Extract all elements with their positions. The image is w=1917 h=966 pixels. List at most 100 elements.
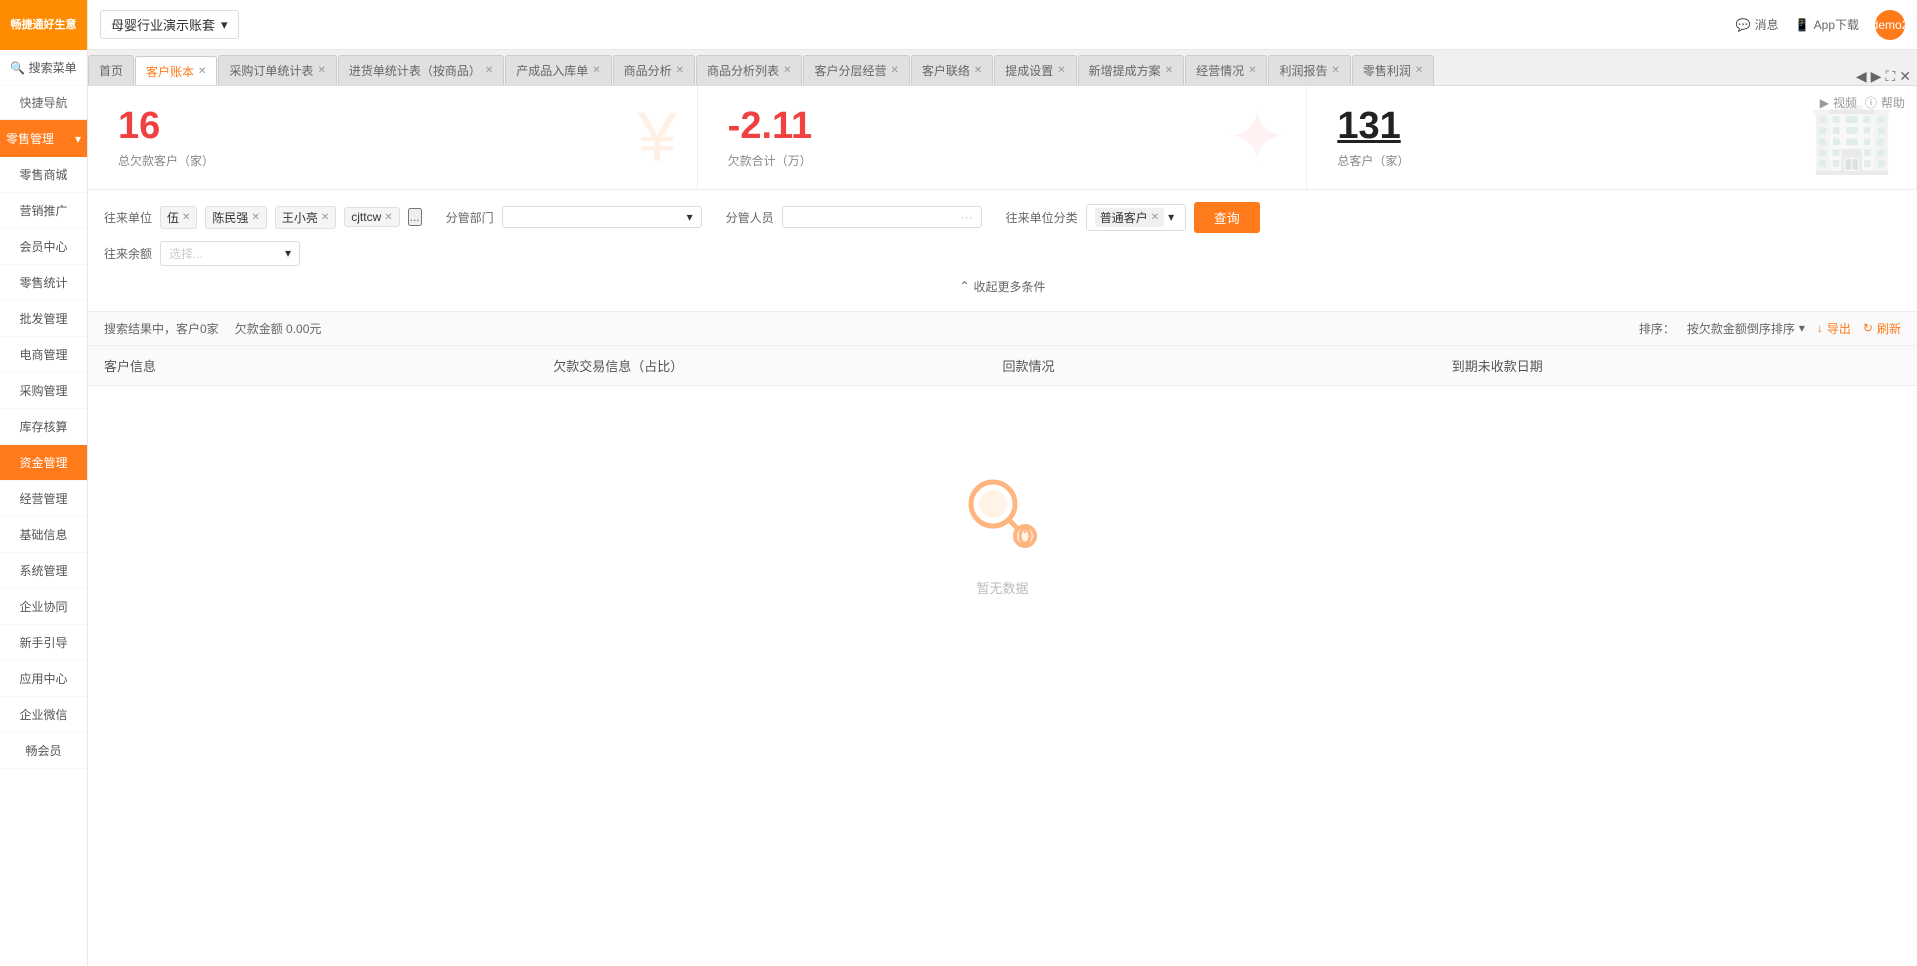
tag-close-type[interactable]: ✕	[1151, 212, 1159, 223]
sort-btn[interactable]: 按欠款金额倒序排序 ▾	[1687, 320, 1805, 337]
chevron-down-icon: ▾	[687, 210, 693, 224]
topbar-right: 💬 消息 📱 App下载 demo2	[1736, 10, 1905, 40]
tab-profit-report[interactable]: 利润报告 ✕	[1268, 55, 1350, 85]
search-menu-btn[interactable]: 🔍 搜索菜单	[0, 50, 87, 86]
sidebar-item-retail-stats[interactable]: 零售统计	[0, 265, 87, 301]
sidebar-item-apps[interactable]: 应用中心	[0, 661, 87, 697]
message-btn[interactable]: 💬 消息	[1736, 16, 1779, 33]
tab-close-commission[interactable]: ✕	[1057, 65, 1065, 76]
chevron-icon: ▾	[75, 132, 81, 146]
tab-close-profit[interactable]: ✕	[1332, 65, 1340, 76]
sidebar-item-purchase[interactable]: 采购管理	[0, 373, 87, 409]
tab-close-customer-ledger[interactable]: ✕	[198, 66, 206, 77]
stat-total-customers: ¥ 16 总欠款客户（家）	[88, 86, 698, 189]
sidebar-item-marketing[interactable]: 营销推广	[0, 193, 87, 229]
sidebar-item-member-pro[interactable]: 畅会员	[0, 733, 87, 769]
tab-close-product-in[interactable]: ✕	[592, 65, 600, 76]
tab-close-goods-list[interactable]: ✕	[783, 65, 791, 76]
tab-close-contact[interactable]: ✕	[974, 65, 982, 76]
tab-close-customer-layer[interactable]: ✕	[890, 65, 898, 76]
sidebar-item-newuser[interactable]: 新手引导	[0, 625, 87, 661]
filter-tag-cjttcw: cjttcw ✕	[344, 207, 399, 227]
filter-tag-type: 普通客户 ✕	[1095, 208, 1164, 227]
chevron-down-icon: ▾	[285, 246, 291, 260]
help-btn[interactable]: ⓘ 帮助	[1865, 94, 1905, 111]
collapse-row: ⌃ 收起更多条件	[104, 274, 1901, 299]
tab-operations[interactable]: 经营情况 ✕	[1185, 55, 1267, 85]
tab-stock-stats[interactable]: 进货单统计表（按商品） ✕	[338, 55, 504, 85]
person-label: 分管人员	[726, 209, 774, 226]
sidebar-item-inventory[interactable]: 库存核算	[0, 409, 87, 445]
query-button[interactable]: 查询	[1194, 202, 1260, 233]
more-tags-btn[interactable]: ...	[408, 208, 422, 226]
export-btn[interactable]: ↓ 导出	[1817, 320, 1851, 337]
tab-goods-analysis[interactable]: 商品分析 ✕	[613, 55, 695, 85]
logo-text: 畅捷通好生意	[11, 18, 77, 32]
tab-new-commission[interactable]: 新增提成方案 ✕	[1078, 55, 1184, 85]
sidebar-item-wechat[interactable]: 企业微信	[0, 697, 87, 733]
filter-tag-unit: 伍 ✕	[160, 206, 197, 229]
chevron-down-icon: ▾	[1168, 210, 1174, 224]
results-summary: 搜索结果中，客户0家	[104, 320, 219, 337]
filter-row-1: 往来单位 伍 ✕ 陈民强 ✕ 王小亮 ✕ cjttcw ✕ ...	[104, 202, 1901, 233]
tab-close-new-commission[interactable]: ✕	[1165, 65, 1173, 76]
tab-product-in[interactable]: 产成品入库单 ✕	[505, 55, 611, 85]
sidebar-item-collab[interactable]: 企业协同	[0, 589, 87, 625]
tab-customer-contact[interactable]: 客户联络 ✕	[911, 55, 993, 85]
tag-close-wang[interactable]: ✕	[321, 212, 329, 223]
account-name: 母婴行业演示账套	[111, 15, 215, 34]
tab-maximize[interactable]: ⛶	[1885, 68, 1895, 85]
play-icon: ▶	[1820, 96, 1829, 110]
unit-label: 往来单位	[104, 209, 152, 226]
video-btn[interactable]: ▶ 视频	[1820, 94, 1857, 111]
tab-scroll-right[interactable]: ▶	[1871, 68, 1882, 85]
tag-close-chen[interactable]: ✕	[251, 212, 259, 223]
tab-customer-layer[interactable]: 客户分层经营 ✕	[803, 55, 909, 85]
person-select[interactable]: ···	[782, 206, 982, 228]
tab-home[interactable]: 首页	[88, 55, 134, 85]
sidebar-item-wholesale[interactable]: 批发管理	[0, 301, 87, 337]
tab-goods-list[interactable]: 商品分析列表 ✕	[696, 55, 802, 85]
sidebar-item-members[interactable]: 会员中心	[0, 229, 87, 265]
quick-nav-btn[interactable]: 快捷导航	[0, 86, 87, 120]
tab-controls: ◀ ▶ ⛶ ✕	[1850, 68, 1917, 85]
tab-customer-ledger[interactable]: 客户账本 ✕	[135, 56, 217, 86]
avatar[interactable]: demo2	[1875, 10, 1905, 40]
sidebar-item-system[interactable]: 系统管理	[0, 553, 87, 589]
tab-close-stock[interactable]: ✕	[485, 65, 493, 76]
tab-close-operations[interactable]: ✕	[1248, 65, 1256, 76]
tab-close-purchase[interactable]: ✕	[317, 65, 325, 76]
sort-label: 排序：	[1639, 320, 1675, 337]
dept-select[interactable]: ▾	[502, 206, 702, 228]
tag-close-wu[interactable]: ✕	[182, 212, 190, 223]
filter-tag-chen: 陈民强 ✕	[205, 206, 266, 229]
tab-commission-settings[interactable]: 提成设置 ✕	[994, 55, 1076, 85]
collapse-btn[interactable]: ⌃ 收起更多条件	[959, 278, 1045, 295]
app-download-btn[interactable]: 📱 App下载	[1795, 16, 1859, 33]
message-icon: 💬	[1736, 18, 1751, 32]
sidebar-item-retail-mall[interactable]: 零售商城	[0, 157, 87, 193]
tab-retail-profit[interactable]: 零售利润 ✕	[1352, 55, 1434, 85]
stat-customers-value: 16	[118, 106, 160, 148]
tab-close-all[interactable]: ✕	[1899, 68, 1911, 85]
sidebar-item-operations[interactable]: 经营管理	[0, 481, 87, 517]
yuan-icon: ¥	[638, 97, 677, 177]
unit-type-select[interactable]: 普通客户 ✕ ▾	[1086, 204, 1186, 231]
sidebar-item-finance[interactable]: 资金管理	[0, 445, 87, 481]
sidebar-item-basic-info[interactable]: 基础信息	[0, 517, 87, 553]
tab-purchase-stats[interactable]: 采购订单统计表 ✕	[218, 55, 336, 85]
chevron-down-icon: ▾	[221, 17, 228, 33]
filter-area: 往来单位 伍 ✕ 陈民强 ✕ 王小亮 ✕ cjttcw ✕ ...	[88, 190, 1917, 312]
tab-scroll-left[interactable]: ◀	[1856, 68, 1867, 85]
tag-close-cjttcw[interactable]: ✕	[384, 212, 392, 223]
sidebar-item-ecommerce[interactable]: 电商管理	[0, 337, 87, 373]
download-icon: 📱	[1795, 18, 1810, 32]
balance-select[interactable]: 选择... ▾	[160, 241, 300, 266]
tab-close-goods[interactable]: ✕	[676, 65, 684, 76]
refresh-btn[interactable]: ↻ 刷新	[1863, 320, 1901, 337]
filter-row-2: 往来余额 选择... ▾	[104, 241, 1901, 266]
tab-close-retail-profit[interactable]: ✕	[1415, 65, 1423, 76]
account-selector[interactable]: 母婴行业演示账套 ▾	[100, 10, 239, 39]
retail-mgmt-section[interactable]: 零售管理 ▾	[0, 120, 87, 157]
col-header-customer: 客户信息	[104, 356, 553, 375]
